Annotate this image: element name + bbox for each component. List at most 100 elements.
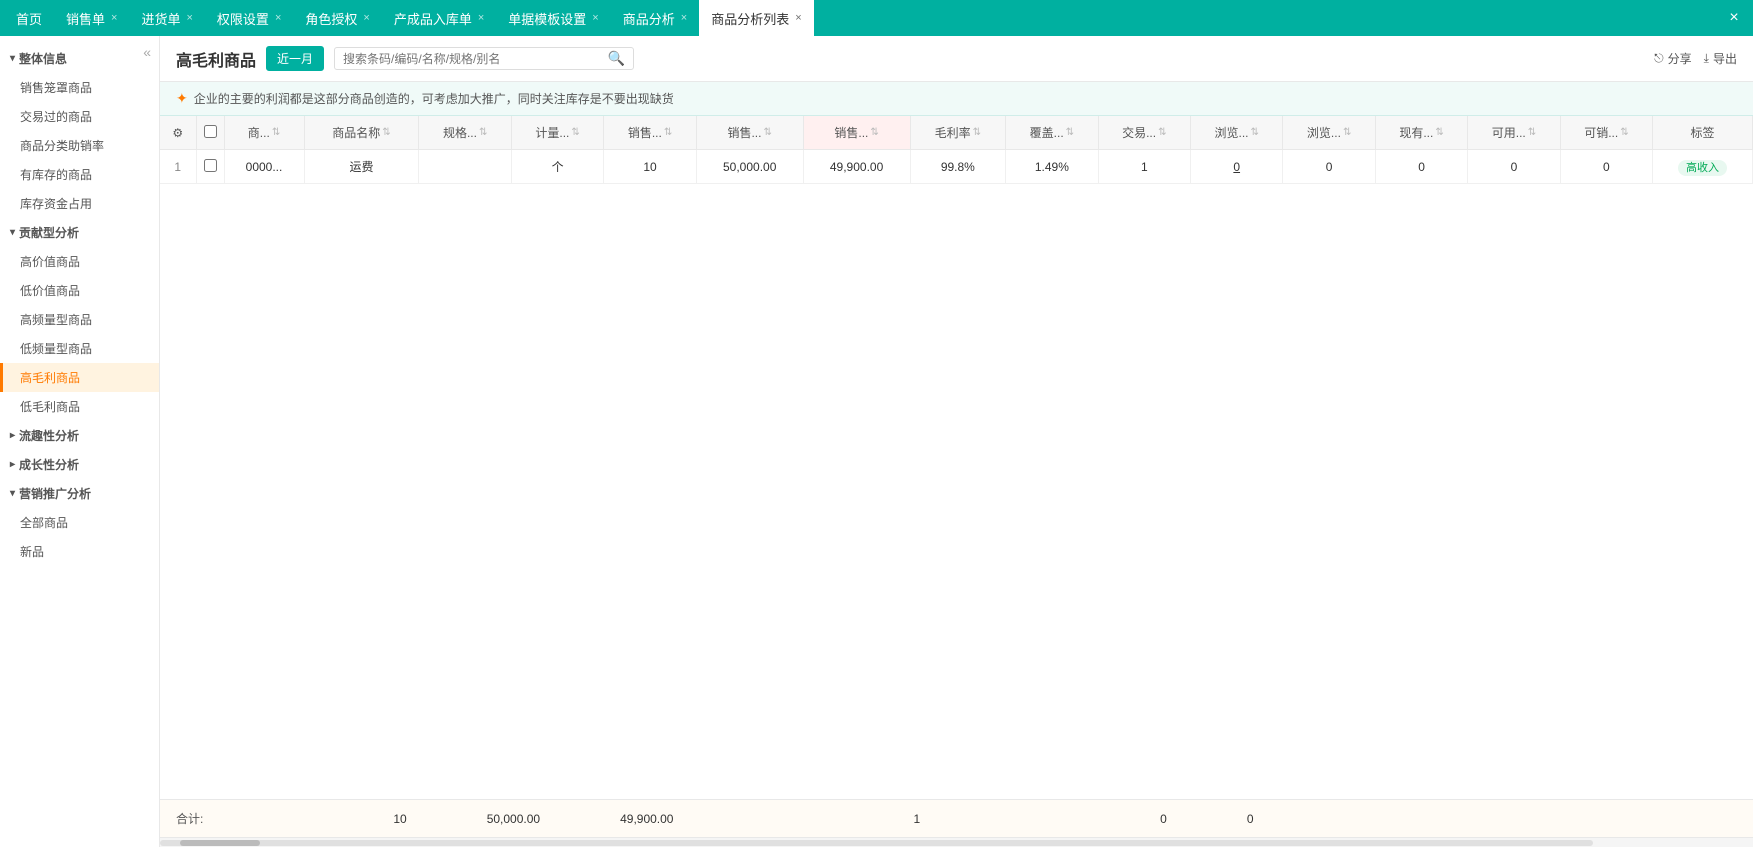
arrow-down-icon-3: ▾ [10, 488, 15, 499]
sidebar-collapse-button[interactable]: « [143, 44, 151, 60]
nav-purchase[interactable]: 进货单 × [129, 0, 204, 36]
footer-sales-amount: 50,000.00 [487, 812, 540, 826]
row-unit: 个 [511, 150, 603, 184]
th-tag[interactable]: 标签 [1653, 116, 1753, 150]
settings-icon[interactable]: ⚙ [172, 126, 183, 140]
sidebar-item-high-freq[interactable]: 高频量型商品 [0, 305, 159, 334]
search-input[interactable] [343, 52, 608, 66]
th-coverage[interactable]: 覆盖... ⇅ [1006, 116, 1098, 150]
row-checkbox-cell[interactable] [196, 150, 224, 184]
page-title: 高毛利商品 [176, 47, 256, 71]
nav-purchase-close[interactable]: × [186, 12, 192, 24]
nav-goods-analysis-close[interactable]: × [681, 12, 687, 24]
th-sales-profit[interactable]: 销售... ⇅ [803, 116, 910, 150]
info-icon: ✦ [176, 90, 188, 107]
nav-home[interactable]: 首页 [4, 0, 54, 36]
export-button[interactable]: ⤓ 导出 [1704, 50, 1737, 67]
th-current-stock[interactable]: 现有... ⇅ [1375, 116, 1467, 150]
scroll-thumb[interactable] [180, 840, 260, 846]
sidebar-item-low-margin[interactable]: 低毛利商品 [0, 392, 159, 421]
th-name-label: 商品名称 [332, 124, 380, 141]
sort-icon-current-stock: ⇅ [1435, 127, 1443, 138]
nav-role-close[interactable]: × [363, 12, 369, 24]
search-box[interactable]: 🔍 [334, 47, 634, 70]
sidebar-item-low-freq[interactable]: 低频量型商品 [0, 334, 159, 363]
nav-permission-close[interactable]: × [275, 12, 281, 24]
footer-cells: 10 50,000.00 49,900.00 1 0 0 [213, 812, 1737, 826]
nav-goods-analysis[interactable]: 商品分析 × [611, 0, 699, 36]
nav-sales-close[interactable]: × [111, 12, 117, 24]
nav-template[interactable]: 单据模板设置 × [496, 0, 610, 36]
th-sales-qty[interactable]: 销售... ⇅ [604, 116, 696, 150]
nav-product-entry[interactable]: 产成品入库单 × [382, 0, 496, 36]
scroll-track[interactable] [160, 840, 1593, 846]
sort-icon-view1: ⇅ [1251, 127, 1259, 138]
th-code[interactable]: 商... ⇅ [224, 116, 304, 150]
row-current-stock: 0 [1375, 150, 1467, 184]
sidebar-item-in-stock[interactable]: 有库存的商品 [0, 160, 159, 189]
th-unit[interactable]: 计量... ⇅ [511, 116, 603, 150]
nav-goods-list-close[interactable]: × [795, 12, 801, 24]
row-view1[interactable]: 0 [1191, 150, 1283, 184]
th-sales-amount[interactable]: 销售... ⇅ [696, 116, 803, 150]
sidebar-item-stock-capital[interactable]: 库存资金占用 [0, 189, 159, 218]
th-view2[interactable]: 浏览... ⇅ [1283, 116, 1375, 150]
sidebar-item-all-goods[interactable]: 全部商品 [0, 508, 159, 537]
th-sellable-stock[interactable]: 可销... ⇅ [1560, 116, 1652, 150]
nav-template-close[interactable]: × [592, 12, 598, 24]
content-header: 高毛利商品 近一月 🔍 ⎋ 分享 ⤓ 导出 [160, 36, 1753, 82]
row-checkbox[interactable] [204, 159, 217, 172]
th-name[interactable]: 商品名称 ⇅ [304, 116, 419, 150]
content-area: 高毛利商品 近一月 🔍 ⎋ 分享 ⤓ 导出 ✦ 企业的主要的利润都是这部分商品创… [160, 36, 1753, 847]
sort-icon-sales-qty: ⇅ [664, 127, 672, 138]
th-view1[interactable]: 浏览... ⇅ [1191, 116, 1283, 150]
info-banner: ✦ 企业的主要的利润都是这部分商品创造的，可考虑加大推广，同时关注库存是不要出现… [160, 82, 1753, 116]
th-gross-margin[interactable]: 毛利率 ⇅ [910, 116, 1006, 150]
th-coverage-label: 覆盖... [1030, 124, 1064, 141]
nav-goods-analysis-list[interactable]: 商品分析列表 × [699, 0, 813, 36]
th-settings[interactable]: ⚙ [160, 116, 196, 150]
sidebar-item-sales-coverage[interactable]: 销售笼罩商品 [0, 73, 159, 102]
arrow-down-icon-2: ▾ [10, 227, 15, 238]
th-available-stock[interactable]: 可用... ⇅ [1468, 116, 1560, 150]
row-sales-qty: 10 [604, 150, 696, 184]
footer-sales-qty: 10 [393, 812, 406, 826]
nav-product-entry-close[interactable]: × [478, 12, 484, 24]
sort-icon-coverage: ⇅ [1066, 127, 1074, 138]
th-unit-label: 计量... [535, 124, 569, 141]
sidebar-group-flow[interactable]: ▸ 流趣性分析 [0, 421, 159, 450]
window-close-button[interactable]: × [1719, 0, 1749, 36]
sidebar-group-contribution[interactable]: ▾ 贡献型分析 [0, 218, 159, 247]
table-footer: 合计: 10 50,000.00 49,900.00 1 0 0 [160, 799, 1753, 837]
arrow-down-icon: ▾ [10, 53, 15, 64]
row-sales-amount: 50,000.00 [696, 150, 803, 184]
sidebar-item-low-value[interactable]: 低价值商品 [0, 276, 159, 305]
top-nav-bar: 首页 销售单 × 进货单 × 权限设置 × 角色授权 × 产成品入库单 × 单据… [0, 0, 1753, 36]
row-code: 0000... [224, 150, 304, 184]
nav-permission[interactable]: 权限设置 × [205, 0, 293, 36]
th-spec[interactable]: 规格... ⇅ [419, 116, 511, 150]
select-all-checkbox[interactable] [204, 125, 217, 138]
sidebar-item-traded[interactable]: 交易过的商品 [0, 102, 159, 131]
horizontal-scrollbar[interactable] [160, 837, 1753, 847]
table-row: 1 0000... 运费 个 10 50,000.00 49,900.00 99… [160, 150, 1753, 184]
sidebar-group-overview[interactable]: ▾ 整体信息 [0, 44, 159, 73]
nav-sales[interactable]: 销售单 × [54, 0, 129, 36]
sidebar-group-growth[interactable]: ▸ 成长性分析 [0, 450, 159, 479]
view1-link[interactable]: 0 [1233, 160, 1240, 174]
sidebar-group-marketing[interactable]: ▾ 营销推广分析 [0, 479, 159, 508]
th-transactions[interactable]: 交易... ⇅ [1098, 116, 1190, 150]
sidebar-item-category-rate[interactable]: 商品分类助销率 [0, 131, 159, 160]
sort-icon-name: ⇅ [382, 127, 390, 138]
table-container[interactable]: ⚙ 商... ⇅ 商品名称 [160, 116, 1753, 799]
nav-role[interactable]: 角色授权 × [293, 0, 381, 36]
row-transactions: 1 [1098, 150, 1190, 184]
share-button[interactable]: ⎋ 分享 [1654, 50, 1692, 67]
th-checkbox[interactable] [196, 116, 224, 150]
filter-recent-month[interactable]: 近一月 [266, 46, 324, 71]
row-num: 1 [160, 150, 196, 184]
sidebar-item-high-value[interactable]: 高价值商品 [0, 247, 159, 276]
header-actions: ⎋ 分享 ⤓ 导出 [1654, 50, 1737, 67]
sidebar-item-new-goods[interactable]: 新品 [0, 537, 159, 566]
sidebar-item-high-margin[interactable]: 高毛利商品 [0, 363, 159, 392]
